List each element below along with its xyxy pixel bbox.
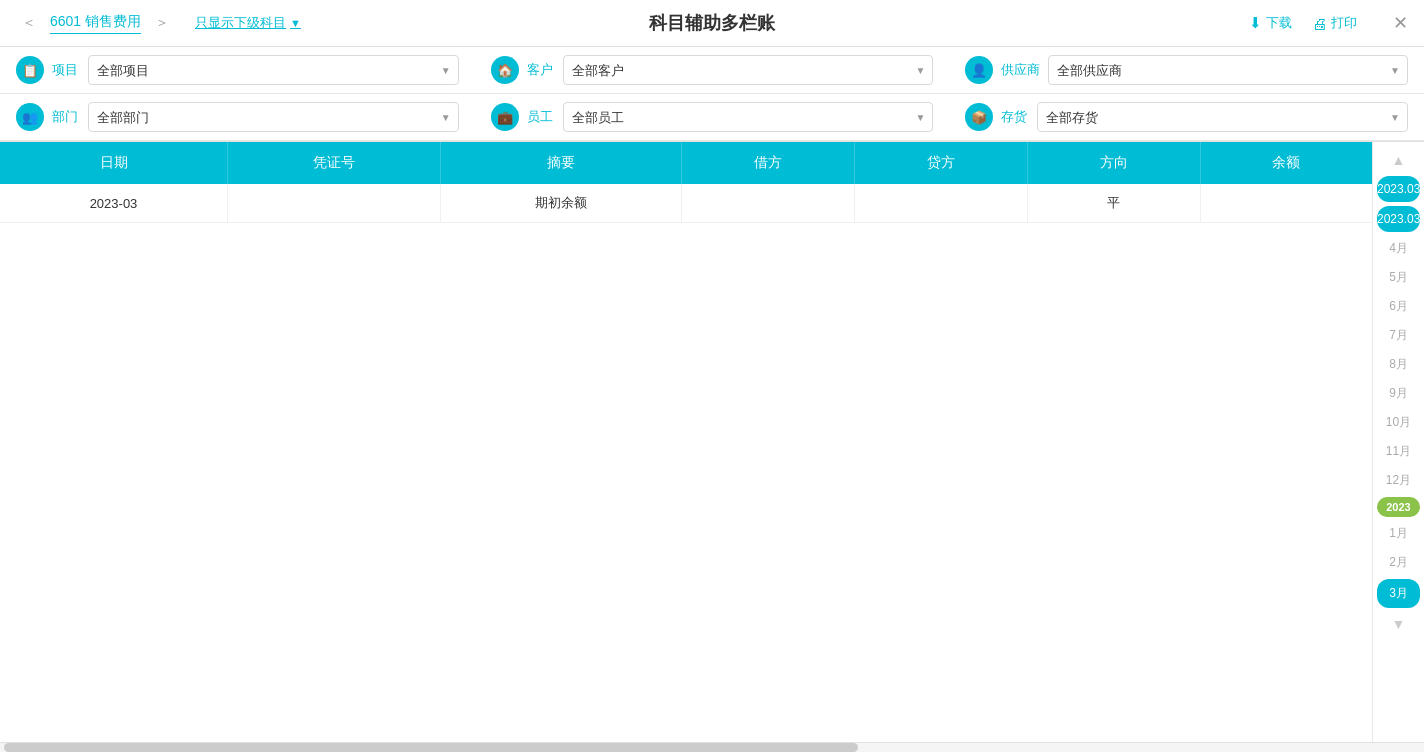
timeline-item-1[interactable]: 1月 — [1373, 519, 1424, 548]
table-header-row: 日期 凭证号 摘要 借方 贷方 方向 余额 — [0, 142, 1372, 184]
col-date: 日期 — [0, 142, 228, 184]
show-sub-arrow-icon: ▼ — [290, 17, 301, 29]
timeline-year-2023[interactable]: 2023 — [1377, 497, 1420, 517]
col-debit: 借方 — [681, 142, 854, 184]
timeline-sidebar: ▲ 2023.03 2023.03 4月 5月 6月 7月 8月 9月 10月 … — [1372, 142, 1424, 742]
cell-debit-0 — [681, 184, 854, 223]
page-title: 科目辅助多栏账 — [649, 11, 775, 35]
cell-summary-0: 期初余额 — [440, 184, 681, 223]
department-select[interactable]: 全部部门 — [88, 102, 459, 132]
supplier-icon: 👤 — [965, 56, 993, 84]
timeline-item-2023-03-1[interactable]: 2023.03 — [1377, 176, 1420, 202]
timeline-up-arrow[interactable]: ▲ — [1392, 146, 1406, 174]
project-select[interactable]: 全部项目 — [88, 55, 459, 85]
department-label: 部门 — [52, 108, 80, 126]
timeline-down-arrow[interactable]: ▼ — [1392, 610, 1406, 638]
customer-icon: 🏠 — [491, 56, 519, 84]
timeline-item-5[interactable]: 5月 — [1373, 263, 1424, 292]
employee-label: 员工 — [527, 108, 555, 126]
project-icon: 📋 — [16, 56, 44, 84]
download-label: 下载 — [1266, 14, 1292, 32]
col-summary: 摘要 — [440, 142, 681, 184]
cell-date-0: 2023-03 — [0, 184, 228, 223]
main-window: ＜ 6601 销售费用 ＞ 只显示下级科目 ▼ 科目辅助多栏账 ⬇ 下载 🖨 打… — [0, 0, 1424, 752]
timeline-item-9[interactable]: 9月 — [1373, 379, 1424, 408]
employee-icon: 💼 — [491, 103, 519, 131]
horizontal-scrollbar[interactable] — [0, 742, 1424, 752]
employee-select-wrapper: 全部员工 ▼ — [563, 102, 934, 132]
filter-item-department: 👥 部门 全部部门 ▼ — [0, 94, 475, 141]
timeline-item-2[interactable]: 2月 — [1373, 548, 1424, 577]
download-button[interactable]: ⬇ 下载 — [1249, 14, 1292, 32]
timeline-item-7[interactable]: 7月 — [1373, 321, 1424, 350]
cell-direction-0: 平 — [1027, 184, 1200, 223]
col-voucher: 凭证号 — [228, 142, 441, 184]
table-container: 日期 凭证号 摘要 借方 贷方 方向 余额 2023-03 期初余额 平 ▲ 202… — [0, 142, 1424, 742]
print-icon: 🖨 — [1312, 15, 1327, 32]
download-icon: ⬇ — [1249, 14, 1262, 32]
department-select-wrapper: 全部部门 ▼ — [88, 102, 459, 132]
customer-select[interactable]: 全部客户 — [563, 55, 934, 85]
print-button[interactable]: 🖨 打印 — [1312, 14, 1357, 32]
customer-select-wrapper: 全部客户 ▼ — [563, 55, 934, 85]
project-select-wrapper: 全部项目 ▼ — [88, 55, 459, 85]
account-code[interactable]: 6601 销售费用 — [50, 13, 141, 34]
timeline-item-12[interactable]: 12月 — [1373, 466, 1424, 495]
filter-item-employee: 💼 员工 全部员工 ▼ — [475, 94, 950, 141]
show-sub-button[interactable]: 只显示下级科目 ▼ — [195, 14, 301, 32]
close-button[interactable]: ✕ — [1393, 12, 1408, 34]
inventory-select[interactable]: 全部存货 — [1037, 102, 1408, 132]
timeline-item-10[interactable]: 10月 — [1373, 408, 1424, 437]
col-credit: 贷方 — [854, 142, 1027, 184]
col-direction: 方向 — [1027, 142, 1200, 184]
top-bar: ＜ 6601 销售费用 ＞ 只显示下级科目 ▼ 科目辅助多栏账 ⬇ 下载 🖨 打… — [0, 0, 1424, 47]
table-row: 2023-03 期初余额 平 — [0, 184, 1372, 223]
employee-select[interactable]: 全部员工 — [563, 102, 934, 132]
filter-item-inventory: 📦 存货 全部存货 ▼ — [949, 94, 1424, 141]
department-icon: 👥 — [16, 103, 44, 131]
project-label: 项目 — [52, 61, 80, 79]
cell-voucher-0 — [228, 184, 441, 223]
timeline-item-3-active[interactable]: 3月 — [1377, 579, 1420, 608]
col-balance: 余额 — [1200, 142, 1372, 184]
filter-item-project: 📋 项目 全部项目 ▼ — [0, 47, 475, 94]
filter-item-customer: 🏠 客户 全部客户 ▼ — [475, 47, 950, 94]
timeline-item-2023-03-2[interactable]: 2023.03 — [1377, 206, 1420, 232]
cell-credit-0 — [854, 184, 1027, 223]
filter-item-supplier: 👤 供应商 全部供应商 ▼ — [949, 47, 1424, 94]
main-table-area[interactable]: 日期 凭证号 摘要 借方 贷方 方向 余额 2023-03 期初余额 平 — [0, 142, 1372, 742]
next-arrow[interactable]: ＞ — [149, 12, 175, 34]
scroll-thumb[interactable] — [4, 743, 858, 752]
top-actions: ⬇ 下载 🖨 打印 ✕ — [1249, 12, 1408, 34]
inventory-icon: 📦 — [965, 103, 993, 131]
inventory-label: 存货 — [1001, 108, 1029, 126]
timeline-item-8[interactable]: 8月 — [1373, 350, 1424, 379]
ledger-table: 日期 凭证号 摘要 借方 贷方 方向 余额 2023-03 期初余额 平 — [0, 142, 1372, 223]
supplier-select-wrapper: 全部供应商 ▼ — [1048, 55, 1408, 85]
supplier-select[interactable]: 全部供应商 — [1048, 55, 1408, 85]
filter-bar: 📋 项目 全部项目 ▼ 🏠 客户 全部客户 ▼ 👤 供应商 — [0, 47, 1424, 142]
timeline-item-6[interactable]: 6月 — [1373, 292, 1424, 321]
prev-arrow[interactable]: ＜ — [16, 12, 42, 34]
inventory-select-wrapper: 全部存货 ▼ — [1037, 102, 1408, 132]
timeline-item-11[interactable]: 11月 — [1373, 437, 1424, 466]
supplier-label: 供应商 — [1001, 61, 1040, 79]
print-label: 打印 — [1331, 14, 1357, 32]
timeline-item-4[interactable]: 4月 — [1373, 234, 1424, 263]
cell-balance-0 — [1200, 184, 1372, 223]
customer-label: 客户 — [527, 61, 555, 79]
show-sub-label: 只显示下级科目 — [195, 14, 286, 32]
